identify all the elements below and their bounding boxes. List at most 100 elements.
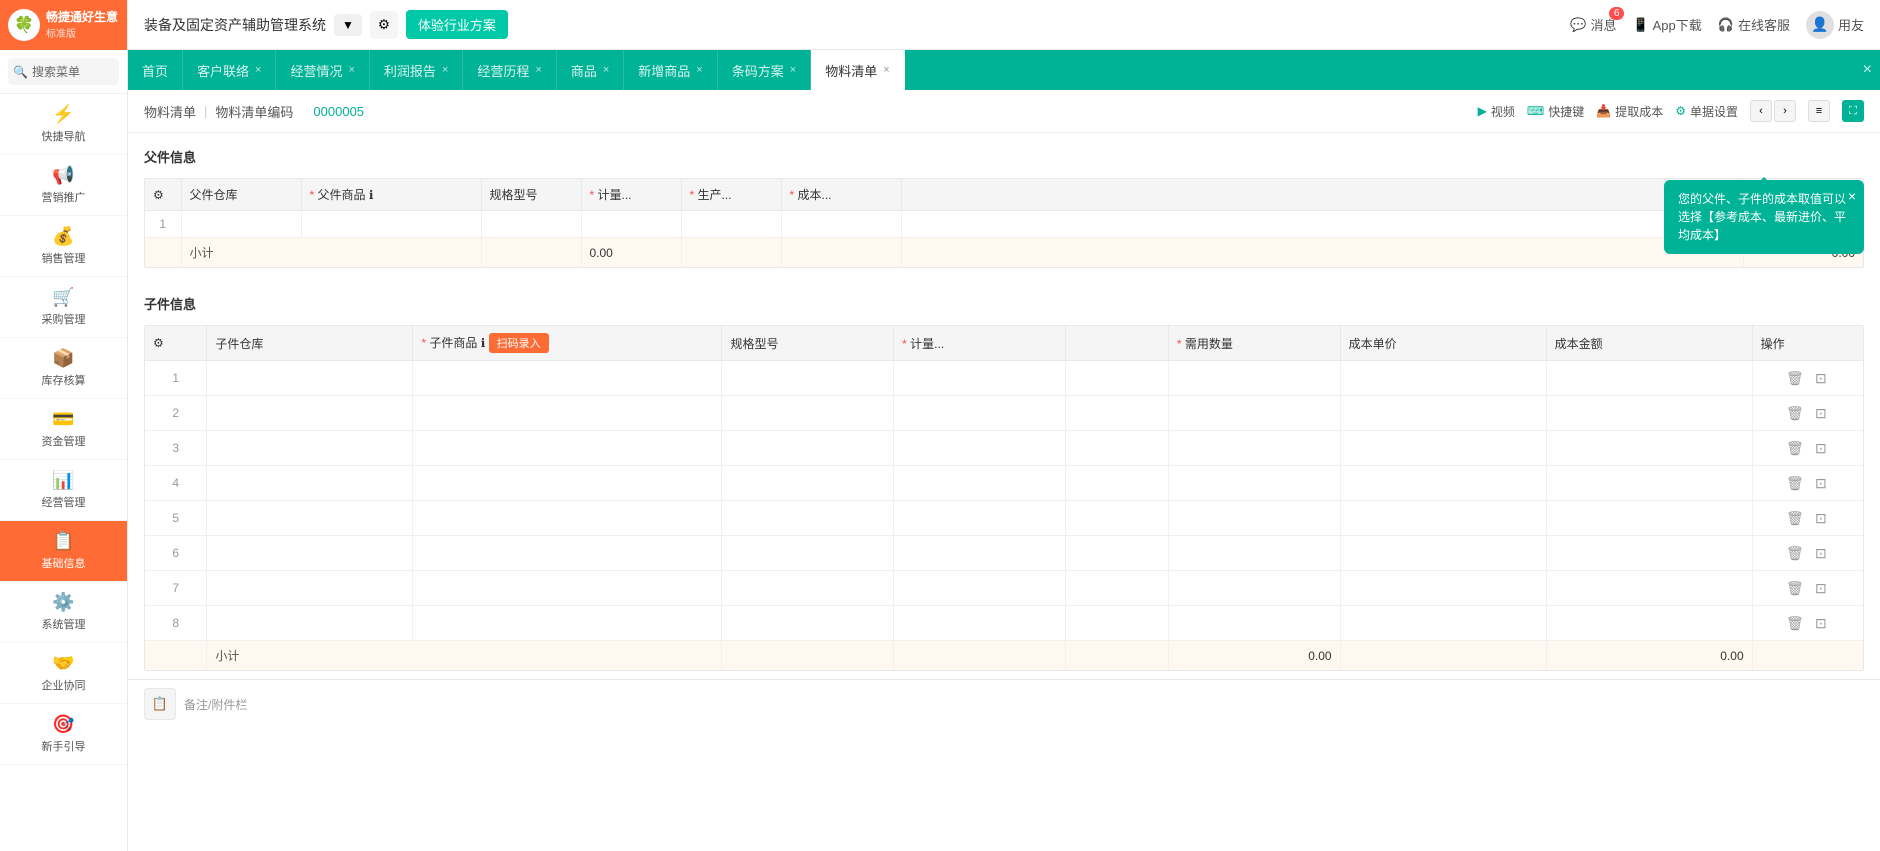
delete-icon[interactable]: 🗑 [1784,577,1806,599]
child-amount-cell[interactable] [1546,501,1752,536]
child-amount-cell[interactable] [1546,536,1752,571]
parent-produce-cell[interactable] [681,211,781,238]
settings-icon-btn[interactable]: ⚙ [370,11,398,39]
sidebar-item-sales[interactable]: 💰 销售管理 [0,216,127,277]
child-amount-cell[interactable] [1546,361,1752,396]
child-product-cell[interactable] [413,396,722,431]
sidebar-item-enterprise[interactable]: 🤝 企业协同 [0,643,127,704]
child-qty-cell[interactable] [894,606,1066,641]
shortcut-action[interactable]: ⌨ 快捷键 [1527,103,1584,120]
child-warehouse-cell[interactable] [207,571,413,606]
th-child-settings[interactable]: ⚙ [145,326,207,361]
child-amount-cell[interactable] [1546,466,1752,501]
delete-icon[interactable]: 🗑 [1784,612,1806,634]
support-btn[interactable]: 🎧 在线客服 [1718,15,1790,34]
bottom-icon[interactable]: 📋 [144,688,176,720]
child-unit-cost-cell[interactable] [1340,501,1546,536]
copy-icon[interactable]: ⊡ [1810,612,1832,634]
fullscreen-icon[interactable]: ⛶ [1842,100,1864,122]
message-btn[interactable]: 💬 消息 6 [1570,15,1616,34]
child-warehouse-cell[interactable] [207,361,413,396]
single-settings-action[interactable]: ⚙ 单据设置 [1675,103,1738,120]
tab-close-bom[interactable]: × [883,64,889,76]
delete-icon[interactable]: 🗑 [1784,507,1806,529]
child-spec-cell[interactable] [722,571,894,606]
child-qty-cell[interactable] [894,466,1066,501]
sidebar-item-marketing[interactable]: 📢 营销推广 [0,155,127,216]
child-amount-cell[interactable] [1546,571,1752,606]
prev-arrow[interactable]: ‹ [1750,100,1772,122]
sidebar-item-purchase[interactable]: 🛒 采购管理 [0,277,127,338]
child-product-cell[interactable] [413,536,722,571]
child-amount-cell[interactable] [1546,396,1752,431]
tab-close-profit[interactable]: × [442,64,448,76]
child-warehouse-cell[interactable] [207,536,413,571]
child-qty-cell[interactable] [894,431,1066,466]
child-spec-cell[interactable] [722,361,894,396]
th-settings[interactable]: ⚙ [145,179,181,211]
tab-profit[interactable]: 利润报告× [370,50,463,90]
tab-close-operation[interactable]: × [348,64,354,76]
sidebar-item-basic-info[interactable]: 📋 基础信息 [0,521,127,582]
tab-close-customer[interactable]: × [255,64,261,76]
list-view-icon[interactable]: ≡ [1808,100,1830,122]
child-warehouse-cell[interactable] [207,466,413,501]
tab-home[interactable]: 首页 [128,50,183,90]
child-needed-cell[interactable] [1168,536,1340,571]
child-warehouse-cell[interactable] [207,396,413,431]
child-unit-cost-cell[interactable] [1340,396,1546,431]
search-button[interactable]: 🔍 搜索菜单 [8,58,119,85]
breadcrumb-item[interactable]: 物料清单 [144,102,196,121]
copy-icon[interactable]: ⊡ [1810,542,1832,564]
sidebar-item-finance[interactable]: 💳 资金管理 [0,399,127,460]
child-warehouse-cell[interactable] [207,501,413,536]
child-product-cell[interactable] [413,431,722,466]
parent-warehouse-cell[interactable] [181,211,301,238]
copy-icon[interactable]: ⊡ [1810,507,1832,529]
child-warehouse-cell[interactable] [207,431,413,466]
app-download-btn[interactable]: 📱 App下载 [1632,15,1701,34]
sidebar-search[interactable]: 🔍 搜索菜单 [0,50,127,94]
tooltip-close-btn[interactable]: × [1848,186,1856,207]
delete-icon[interactable]: 🗑 [1784,367,1806,389]
copy-icon[interactable]: ⊡ [1810,577,1832,599]
parent-spec-cell[interactable] [481,211,581,238]
scan-button[interactable]: 扫码录入 [489,333,549,353]
child-needed-cell[interactable] [1168,396,1340,431]
next-arrow[interactable]: › [1774,100,1796,122]
child-needed-cell[interactable] [1168,501,1340,536]
child-unit-cost-cell[interactable] [1340,466,1546,501]
delete-icon[interactable]: 🗑 [1784,542,1806,564]
child-qty-cell[interactable] [894,396,1066,431]
sidebar-item-operations[interactable]: 📊 经营管理 [0,460,127,521]
child-unit-cost-cell[interactable] [1340,571,1546,606]
child-spec-cell[interactable] [722,466,894,501]
child-spec-cell[interactable] [722,501,894,536]
copy-icon[interactable]: ⊡ [1810,402,1832,424]
system-dropdown[interactable]: ▼ [334,14,362,36]
copy-icon[interactable]: ⊡ [1810,367,1832,389]
child-product-cell[interactable] [413,501,722,536]
child-needed-cell[interactable] [1168,466,1340,501]
child-spec-cell[interactable] [722,536,894,571]
child-qty-cell[interactable] [894,501,1066,536]
parent-qty-cell[interactable] [581,211,681,238]
trial-button[interactable]: 体验行业方案 [406,10,508,39]
tab-history[interactable]: 经营历程× [463,50,556,90]
sidebar-item-quick-nav[interactable]: ⚡ 快捷导航 [0,94,127,155]
child-unit-cost-cell[interactable] [1340,536,1546,571]
child-qty-cell[interactable] [894,571,1066,606]
child-spec-cell[interactable] [722,396,894,431]
parent-cost-cell[interactable] [781,211,901,238]
child-needed-cell[interactable] [1168,571,1340,606]
child-unit-cost-cell[interactable] [1340,606,1546,641]
tab-close-barcode[interactable]: × [790,64,796,76]
tab-operation[interactable]: 经营情况× [276,50,369,90]
child-spec-cell[interactable] [722,606,894,641]
child-needed-cell[interactable] [1168,606,1340,641]
parent-product-cell[interactable] [301,211,481,238]
tab-close-new-product[interactable]: × [696,64,702,76]
delete-icon[interactable]: 🗑 [1784,402,1806,424]
tab-barcode[interactable]: 条码方案× [718,50,811,90]
close-all-tabs[interactable]: × [1855,61,1880,79]
